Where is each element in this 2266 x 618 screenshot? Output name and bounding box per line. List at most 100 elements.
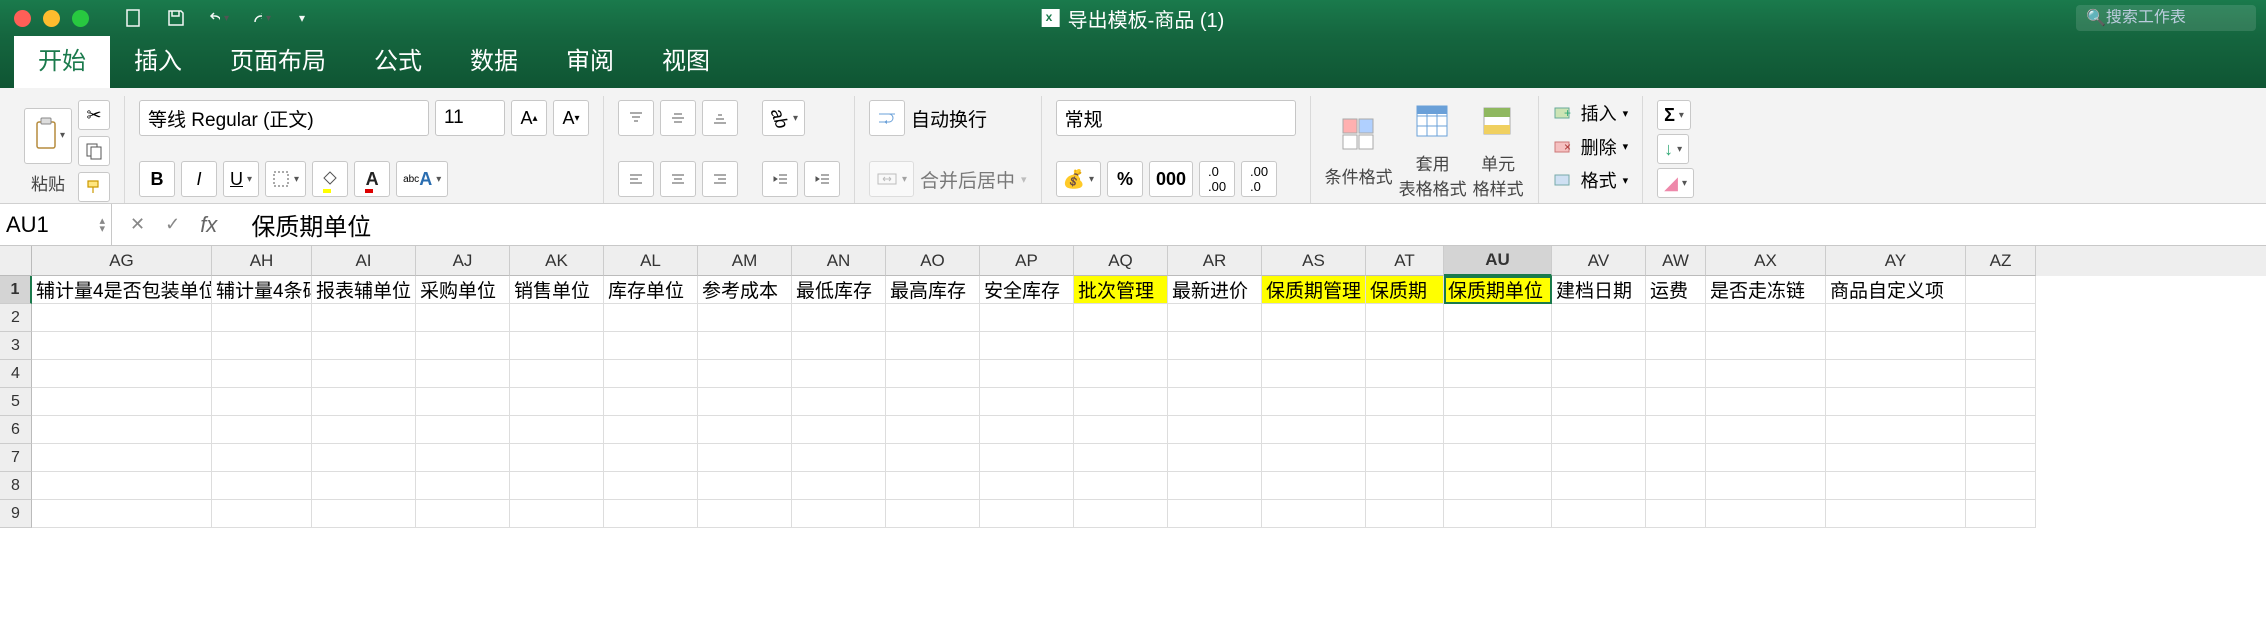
tab-view[interactable]: 视图 [638, 31, 734, 88]
cell-AI4[interactable] [312, 360, 416, 388]
cell-AS6[interactable] [1262, 416, 1366, 444]
decrease-font-button[interactable]: A▾ [553, 100, 589, 136]
row-header-4[interactable]: 4 [0, 360, 32, 388]
col-header-AI[interactable]: AI [312, 246, 416, 276]
cell-AO9[interactable] [886, 500, 980, 528]
cell-AW1[interactable]: 运费 [1646, 276, 1706, 304]
cell-AM2[interactable] [698, 304, 792, 332]
cell-AQ8[interactable] [1074, 472, 1168, 500]
cell-AL9[interactable] [604, 500, 698, 528]
cell-AK3[interactable] [510, 332, 604, 360]
fx-icon[interactable]: fx [200, 212, 217, 238]
cell-AP7[interactable] [980, 444, 1074, 472]
col-header-AZ[interactable]: AZ [1966, 246, 2036, 276]
tab-layout[interactable]: 页面布局 [206, 31, 350, 88]
cell-AV1[interactable]: 建档日期 [1552, 276, 1646, 304]
cell-AI3[interactable] [312, 332, 416, 360]
cell-AN3[interactable] [792, 332, 886, 360]
cell-AM8[interactable] [698, 472, 792, 500]
search-box[interactable]: 🔍 [2076, 5, 2256, 31]
cell-AV5[interactable] [1552, 388, 1646, 416]
align-center-button[interactable] [660, 161, 696, 197]
autosum-button[interactable]: Σ [1657, 100, 1691, 130]
col-header-AN[interactable]: AN [792, 246, 886, 276]
cell-AV9[interactable] [1552, 500, 1646, 528]
number-format-select[interactable] [1056, 100, 1296, 136]
fill-color-button[interactable] [312, 161, 348, 197]
cell-AJ7[interactable] [416, 444, 510, 472]
cell-AJ5[interactable] [416, 388, 510, 416]
cell-AR7[interactable] [1168, 444, 1262, 472]
cell-AU5[interactable] [1444, 388, 1552, 416]
font-name-select[interactable] [139, 100, 429, 136]
italic-button[interactable]: I [181, 161, 217, 197]
cell-AL6[interactable] [604, 416, 698, 444]
cell-AW5[interactable] [1646, 388, 1706, 416]
minimize-window-button[interactable] [43, 10, 60, 27]
cell-AY4[interactable] [1826, 360, 1966, 388]
cell-AM7[interactable] [698, 444, 792, 472]
font-size-select[interactable] [435, 100, 505, 136]
align-middle-button[interactable] [660, 100, 696, 136]
formula-input[interactable] [247, 211, 2266, 239]
cell-AJ4[interactable] [416, 360, 510, 388]
cell-AP6[interactable] [980, 416, 1074, 444]
col-header-AQ[interactable]: AQ [1074, 246, 1168, 276]
cell-AG4[interactable] [32, 360, 212, 388]
decrease-decimal-button[interactable]: .00.0 [1241, 161, 1277, 197]
format-as-table-button[interactable]: 套用 表格格式 [1399, 100, 1467, 200]
cell-AQ5[interactable] [1074, 388, 1168, 416]
cell-AN2[interactable] [792, 304, 886, 332]
cell-AT3[interactable] [1366, 332, 1444, 360]
cell-AU4[interactable] [1444, 360, 1552, 388]
cell-AZ1[interactable] [1966, 276, 2036, 304]
cell-AM3[interactable] [698, 332, 792, 360]
cell-AQ9[interactable] [1074, 500, 1168, 528]
col-header-AJ[interactable]: AJ [416, 246, 510, 276]
insert-cells-button[interactable]: + 插入▾ [1553, 100, 1629, 126]
cell-AH9[interactable] [212, 500, 312, 528]
row-header-9[interactable]: 9 [0, 500, 32, 528]
cell-AN4[interactable] [792, 360, 886, 388]
cell-AO8[interactable] [886, 472, 980, 500]
col-header-AK[interactable]: AK [510, 246, 604, 276]
cell-AY9[interactable] [1826, 500, 1966, 528]
col-header-AS[interactable]: AS [1262, 246, 1366, 276]
phonetic-button[interactable]: abcA [396, 161, 448, 197]
row-header-6[interactable]: 6 [0, 416, 32, 444]
orientation-button[interactable]: ab [762, 100, 805, 136]
cell-AY8[interactable] [1826, 472, 1966, 500]
cell-AR8[interactable] [1168, 472, 1262, 500]
cell-AU2[interactable] [1444, 304, 1552, 332]
cell-AW7[interactable] [1646, 444, 1706, 472]
close-window-button[interactable] [14, 10, 31, 27]
cell-AQ1[interactable]: 批次管理 [1074, 276, 1168, 304]
cell-AH7[interactable] [212, 444, 312, 472]
cell-AN8[interactable] [792, 472, 886, 500]
align-bottom-button[interactable] [702, 100, 738, 136]
cell-AK8[interactable] [510, 472, 604, 500]
select-all-corner[interactable] [0, 246, 32, 276]
decrease-indent-button[interactable] [762, 161, 798, 197]
cell-AM4[interactable] [698, 360, 792, 388]
row-header-2[interactable]: 2 [0, 304, 32, 332]
cell-AM9[interactable] [698, 500, 792, 528]
cell-AV2[interactable] [1552, 304, 1646, 332]
fill-button[interactable]: ↓ [1657, 134, 1689, 164]
cell-AY5[interactable] [1826, 388, 1966, 416]
cell-AW2[interactable] [1646, 304, 1706, 332]
cell-AR9[interactable] [1168, 500, 1262, 528]
border-button[interactable] [265, 161, 306, 197]
format-painter-button[interactable] [78, 172, 110, 202]
cell-AP1[interactable]: 安全库存 [980, 276, 1074, 304]
cell-AK6[interactable] [510, 416, 604, 444]
row-header-3[interactable]: 3 [0, 332, 32, 360]
cell-AS4[interactable] [1262, 360, 1366, 388]
cell-AS1[interactable]: 保质期管理 [1262, 276, 1366, 304]
cell-AQ2[interactable] [1074, 304, 1168, 332]
col-header-AH[interactable]: AH [212, 246, 312, 276]
cell-AY2[interactable] [1826, 304, 1966, 332]
cell-AT9[interactable] [1366, 500, 1444, 528]
cell-AL3[interactable] [604, 332, 698, 360]
cell-AR1[interactable]: 最新进价 [1168, 276, 1262, 304]
